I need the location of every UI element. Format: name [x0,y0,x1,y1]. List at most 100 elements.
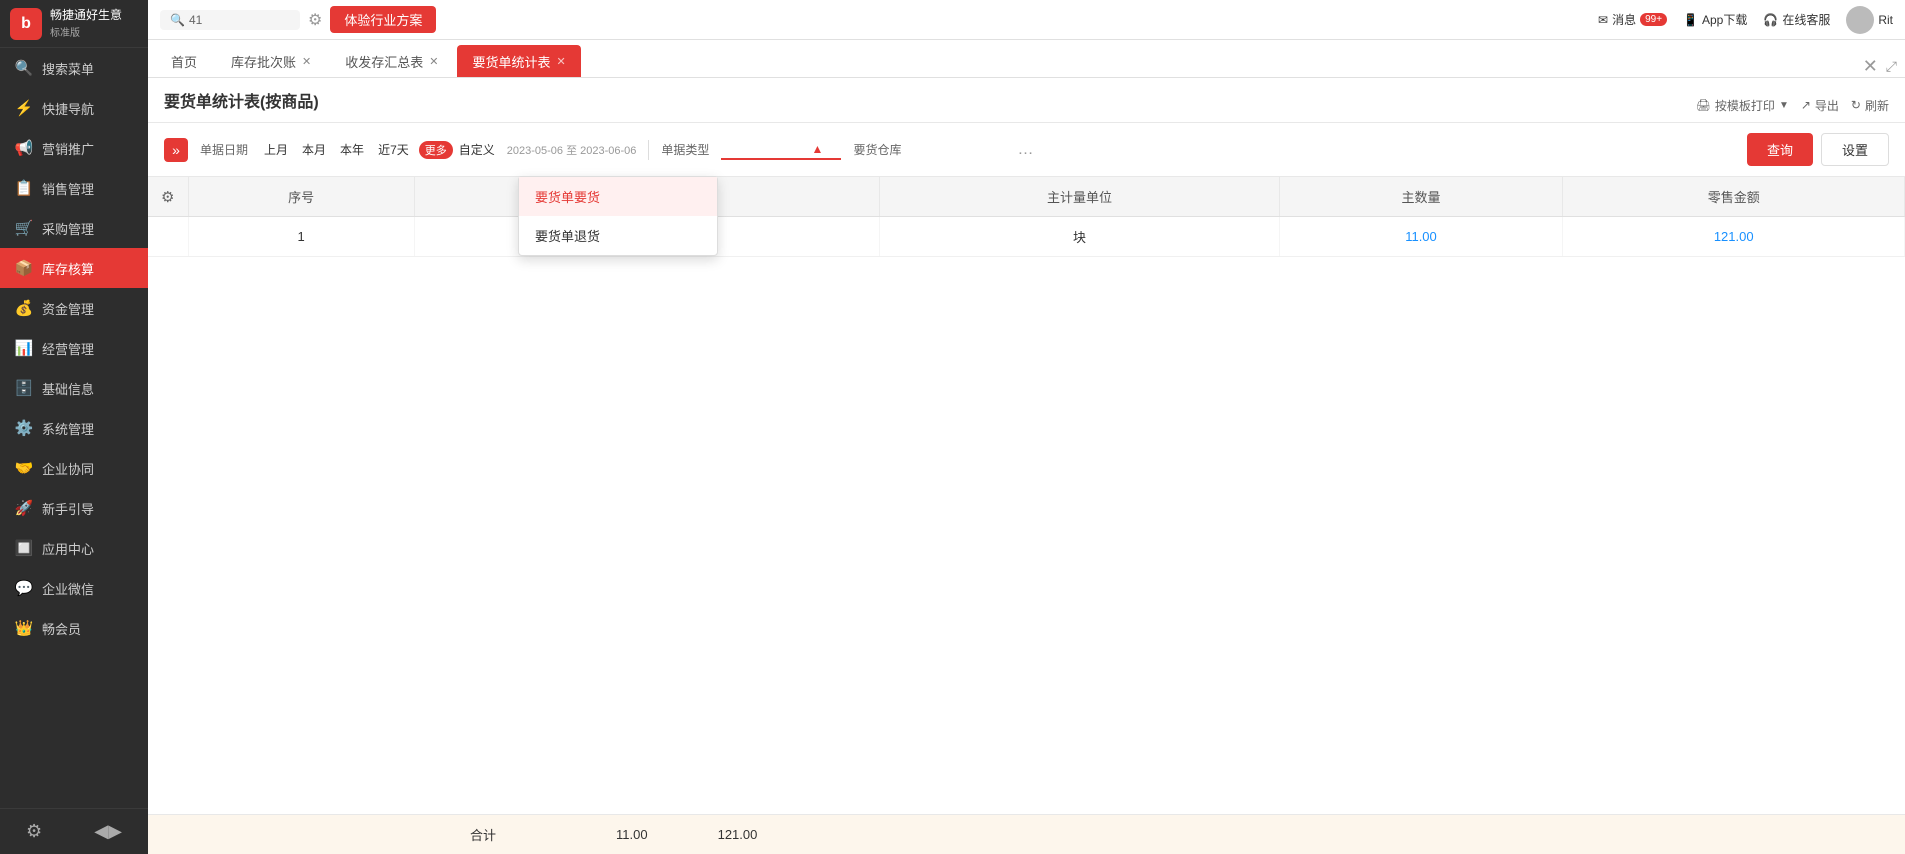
marketing-icon: 📢 [14,138,34,158]
sidebar-item-label: 企业协同 [42,459,94,478]
type-dropdown: 要货单要货 要货单退货 [518,176,718,256]
sidebar-item-inventory[interactable]: 📦 库存核算 [0,248,148,288]
date-btn-7days[interactable]: 近7天 [374,139,413,160]
tab-search[interactable]: 🔍 41 [160,10,300,30]
dropdown-item-return[interactable]: 要货单退货 [519,216,717,255]
close-icon[interactable]: ✕ [302,55,311,68]
app-download-btn[interactable]: 📱 App下载 [1683,11,1747,28]
online-service-btn[interactable]: 🎧 在线客服 [1763,11,1830,28]
total-label: 合计 [470,825,496,844]
tab-inventory-batch[interactable]: 库存批次账 ✕ [216,45,326,77]
row-checkbox[interactable] [148,217,188,257]
dropdown-item-purchase[interactable]: 要货单要货 [519,177,717,216]
sidebar-item-app-center[interactable]: 🔲 应用中心 [0,528,148,568]
sidebar-item-label: 基础信息 [42,379,94,398]
topbar: 🔍 41 ⚙ 体验行业方案 ✉ 消息 99+ 📱 App下载 🎧 在线客服 [148,0,1905,40]
print-icon: 🖨 [1696,98,1711,112]
date-custom-btn[interactable]: 自定义 [459,141,495,158]
filter-bar: » 单据日期 上月 本月 本年 近7天 更多 自定义 2023-05-06 至 … [148,123,1905,177]
sidebar-item-sales[interactable]: 📋 销售管理 [0,168,148,208]
tab-home-label: 首页 [171,52,197,71]
th-amount: 零售金额 [1563,177,1905,217]
type-filter-label: 单据类型 [661,141,709,158]
refresh-icon: ↻ [1851,98,1861,112]
refresh-btn[interactable]: ↻ 刷新 [1851,97,1889,114]
message-badge: 99+ [1640,13,1667,26]
industry-btn[interactable]: 体验行业方案 [330,6,436,33]
date-btn-last-month[interactable]: 上月 [260,139,292,160]
expand-filter-btn[interactable]: » [164,138,188,162]
message-label: 消息 [1612,11,1636,28]
row-qty[interactable]: 11.00 [1279,217,1563,257]
chevron-down-icon[interactable]: ▼ [1779,100,1789,111]
tab-inventory-batch-label: 库存批次账 [231,52,296,71]
tab-receive-summary[interactable]: 收发存汇总表 ✕ [330,45,453,77]
member-icon: 👑 [14,618,34,638]
search-icon: 🔍 [170,13,185,27]
settings-btn[interactable]: 设置 [1821,133,1889,166]
export-icon: ↗ [1801,98,1811,112]
purchase-icon: 🛒 [14,218,34,238]
maximize-btn[interactable]: ⤢ [1886,58,1897,75]
row-unit: 块 [880,217,1279,257]
date-btn-this-year[interactable]: 本年 [336,139,368,160]
sidebar-item-search[interactable]: 🔍 搜索菜单 [0,48,148,88]
sidebar-item-quick-nav[interactable]: ⚡ 快捷导航 [0,88,148,128]
system-icon: ⚙️ [14,418,34,438]
close-all-btn[interactable]: ✕ [1863,56,1878,77]
search-icon: 🔍 [14,58,34,78]
sidebar-item-finance[interactable]: 💰 资金管理 [0,288,148,328]
sidebar-item-member[interactable]: 👑 畅会员 [0,608,148,648]
row-amount[interactable]: 121.00 [1563,217,1905,257]
user-avatar-btn[interactable]: Rit [1846,6,1893,34]
tab-order-summary[interactable]: 要货单统计表 ✕ [457,45,580,77]
caret-up-icon: ▲ [811,142,823,156]
collapse-bottom-btn[interactable]: ◀▶ [90,817,126,846]
tabs-bar: 首页 库存批次账 ✕ 收发存汇总表 ✕ 要货单统计表 ✕ ✕ ⤢ [148,40,1905,78]
data-table: ⚙ 序号 商品 主计量单位 主数量 零售金额 1 [148,177,1905,257]
sidebar-item-operation[interactable]: 📊 经营管理 [0,328,148,368]
date-group: 上月 本月 本年 近7天 更多 自定义 [260,139,495,160]
date-filter-label: 单据日期 [200,141,248,158]
date-more-btn[interactable]: 更多 [419,141,453,159]
sidebar-item-wechat[interactable]: 💬 企业微信 [0,568,148,608]
avatar [1846,6,1874,34]
content-area: 要货单统计表(按商品) 🖨 按模板打印 ▼ ↗ 导出 ↻ 刷新 [148,78,1905,854]
template-print-btn[interactable]: 🖨 按模板打印 ▼ [1696,97,1789,114]
sidebar-item-enterprise[interactable]: 🤝 企业协同 [0,448,148,488]
tab-order-summary-label: 要货单统计表 [472,52,550,71]
app-logo: b [10,8,42,40]
query-btn[interactable]: 查询 [1747,133,1813,166]
table-container: ⚙ 序号 商品 主计量单位 主数量 零售金额 1 [148,177,1905,814]
close-icon[interactable]: ✕ [557,55,566,68]
settings-gear-icon[interactable]: ⚙ [308,10,322,30]
sidebar: b 畅捷通好生意 标准版 🔍 搜索菜单 ⚡ 快捷导航 📢 营销推广 📋 销售管理… [0,0,148,854]
tab-home[interactable]: 首页 [156,45,212,77]
sidebar-item-marketing[interactable]: 📢 营销推广 [0,128,148,168]
close-icon[interactable]: ✕ [429,55,438,68]
enterprise-icon: 🤝 [14,458,34,478]
page-header: 要货单统计表(按商品) 🖨 按模板打印 ▼ ↗ 导出 ↻ 刷新 [148,78,1905,123]
sidebar-bottom: ⚙ ◀▶ [0,808,148,854]
date-btn-this-month[interactable]: 本月 [298,139,330,160]
type-select[interactable]: ▲ [721,140,841,160]
settings-bottom-btn[interactable]: ⚙ [22,817,46,846]
warehouse-select[interactable]: … [913,141,1093,159]
sidebar-item-purchase[interactable]: 🛒 采购管理 [0,208,148,248]
sidebar-item-system[interactable]: ⚙️ 系统管理 [0,408,148,448]
th-settings[interactable]: ⚙ [148,177,188,217]
user-name: Rit [1878,13,1893,27]
inventory-icon: 📦 [14,258,34,278]
sidebar-header: b 畅捷通好生意 标准版 [0,0,148,48]
settings-icon[interactable]: ⚙ [161,189,174,206]
service-icon: 🎧 [1763,13,1778,27]
tab-receive-summary-label: 收发存汇总表 [345,52,423,71]
sidebar-item-basic[interactable]: 🗄️ 基础信息 [0,368,148,408]
refresh-label: 刷新 [1865,97,1889,114]
export-btn[interactable]: ↗ 导出 [1801,97,1839,114]
app-subtitle: 标准版 [50,24,122,39]
sidebar-item-guide[interactable]: 🚀 新手引导 [0,488,148,528]
more-icon[interactable]: … [1017,141,1033,159]
th-unit: 主计量单位 [880,177,1279,217]
message-btn[interactable]: ✉ 消息 99+ [1598,11,1667,28]
